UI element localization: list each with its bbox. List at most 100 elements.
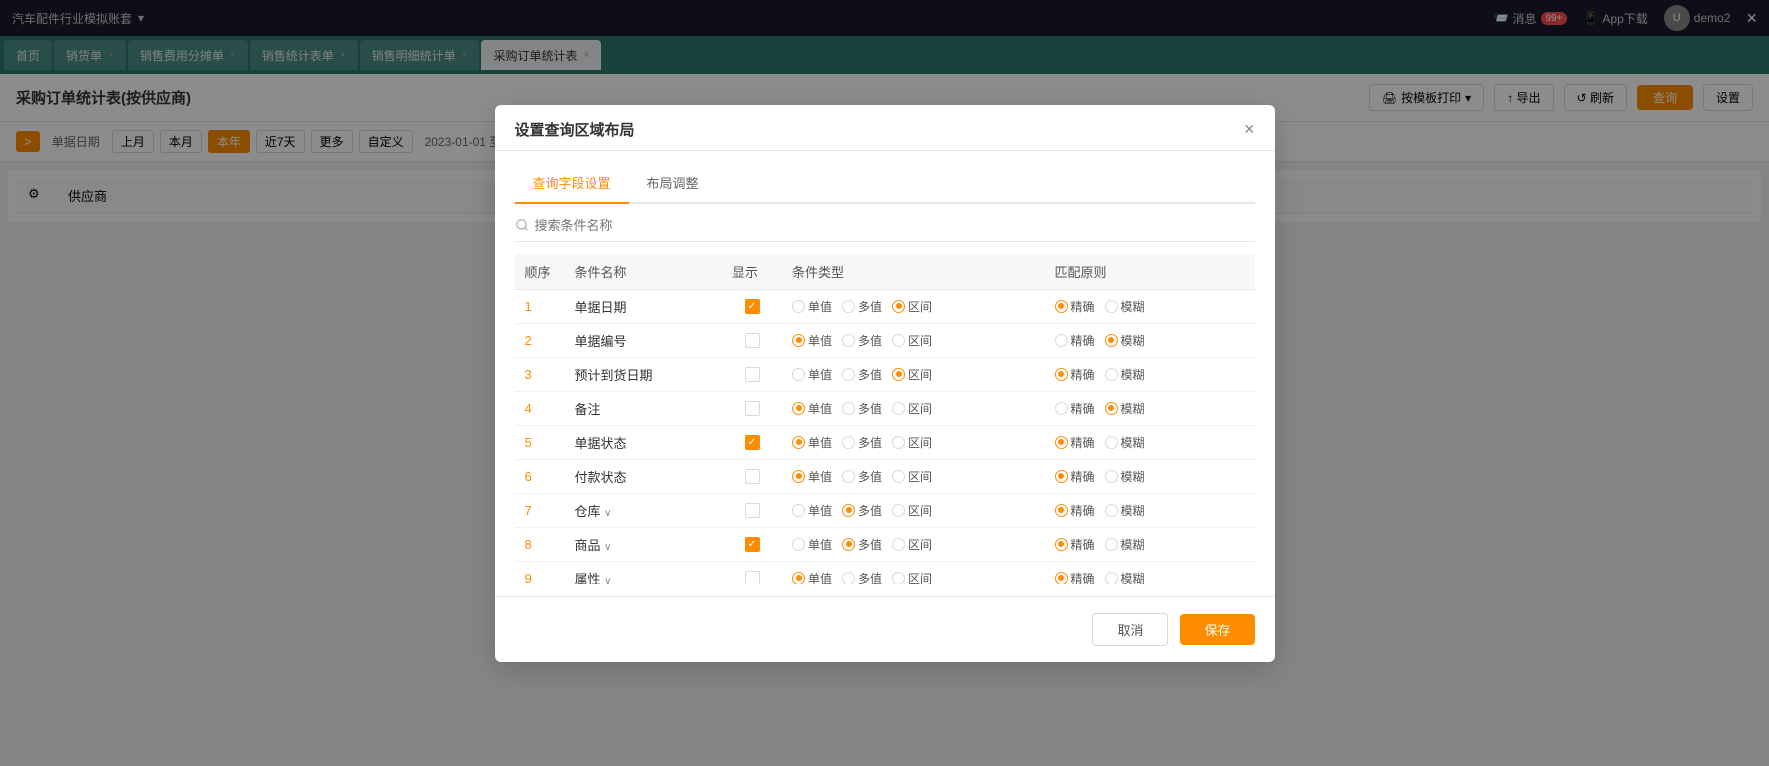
tab-layout-adjust[interactable]: 布局调整 (629, 167, 717, 204)
radio-label: 模糊 (1121, 570, 1145, 584)
type-radio-type_range[interactable]: 区间 (892, 570, 932, 584)
show-checkbox[interactable] (745, 401, 760, 416)
type-radio-type_multi[interactable]: 多值 (842, 502, 882, 519)
radio-dot (1055, 470, 1068, 483)
radio-label: 单值 (808, 400, 832, 417)
type-radio-type_single[interactable]: 单值 (792, 536, 832, 553)
radio-dot (1105, 436, 1118, 449)
show-checkbox[interactable] (745, 333, 760, 348)
radio-label: 区间 (908, 502, 932, 519)
type-radio-type_range[interactable]: 区间 (892, 502, 932, 519)
cell-show[interactable] (722, 425, 782, 459)
type-radio-type_single[interactable]: 单值 (792, 468, 832, 485)
rule-radio-rule_exact[interactable]: 精确 (1055, 502, 1095, 519)
radio-dot (792, 300, 805, 313)
cell-name: 单据日期 (565, 289, 723, 323)
radio-label: 单值 (808, 502, 832, 519)
radio-dot (1055, 402, 1068, 415)
type-radio-type_range[interactable]: 区间 (892, 434, 932, 451)
rule-radio-rule_fuzzy[interactable]: 模糊 (1105, 468, 1145, 485)
rule-radio-rule_exact[interactable]: 精确 (1055, 400, 1095, 417)
radio-label: 多值 (858, 468, 882, 485)
rule-radio-rule_fuzzy[interactable]: 模糊 (1105, 332, 1145, 349)
type-radio-type_single[interactable]: 单值 (792, 570, 832, 584)
type-radio-type_single[interactable]: 单值 (792, 434, 832, 451)
type-radio-type_multi[interactable]: 多值 (842, 570, 882, 584)
radio-label: 模糊 (1121, 536, 1145, 553)
type-radio-type_multi[interactable]: 多值 (842, 536, 882, 553)
show-checkbox[interactable] (745, 537, 760, 552)
type-radio-type_multi[interactable]: 多值 (842, 400, 882, 417)
search-input[interactable] (529, 218, 1255, 233)
cell-show[interactable] (722, 493, 782, 527)
type-radio-type_single[interactable]: 单值 (792, 400, 832, 417)
rule-radio-rule_fuzzy[interactable]: 模糊 (1105, 570, 1145, 584)
radio-dot (892, 436, 905, 449)
save-button[interactable]: 保存 (1180, 614, 1254, 645)
radio-dot (1105, 572, 1118, 584)
cell-show[interactable] (722, 289, 782, 323)
show-checkbox[interactable] (745, 299, 760, 314)
radio-label: 多值 (858, 366, 882, 383)
type-radio-type_multi[interactable]: 多值 (842, 434, 882, 451)
type-radio-type_multi[interactable]: 多值 (842, 332, 882, 349)
cell-show[interactable] (722, 527, 782, 561)
dialog-header: 设置查询区域布局 × (495, 105, 1275, 151)
rule-radio-rule_exact[interactable]: 精确 (1055, 332, 1095, 349)
cell-show[interactable] (722, 391, 782, 425)
show-checkbox[interactable] (745, 469, 760, 484)
radio-dot (842, 436, 855, 449)
rule-radio-rule_exact[interactable]: 精确 (1055, 298, 1095, 315)
radio-dot (1105, 300, 1118, 313)
type-radio-type_range[interactable]: 区间 (892, 468, 932, 485)
rule-radio-rule_fuzzy[interactable]: 模糊 (1105, 400, 1145, 417)
radio-label: 精确 (1071, 298, 1095, 315)
rule-radio-rule_exact[interactable]: 精确 (1055, 570, 1095, 584)
cancel-button[interactable]: 取消 (1092, 613, 1168, 646)
rule-radio-rule_fuzzy[interactable]: 模糊 (1105, 502, 1145, 519)
rule-radio-rule_fuzzy[interactable]: 模糊 (1105, 536, 1145, 553)
col-type: 条件类型 (782, 254, 1045, 290)
rule-radio-rule_exact[interactable]: 精确 (1055, 366, 1095, 383)
rule-radio-rule_fuzzy[interactable]: 模糊 (1105, 366, 1145, 383)
show-checkbox[interactable] (745, 435, 760, 450)
type-radio-type_range[interactable]: 区间 (892, 332, 932, 349)
show-checkbox[interactable] (745, 571, 760, 583)
type-radio-type_single[interactable]: 单值 (792, 332, 832, 349)
radio-label: 区间 (908, 298, 932, 315)
type-radio-type_range[interactable]: 区间 (892, 366, 932, 383)
cell-order: 7 (515, 493, 565, 527)
show-checkbox[interactable] (745, 367, 760, 382)
radio-label: 多值 (858, 536, 882, 553)
cell-order: 3 (515, 357, 565, 391)
type-radio-type_range[interactable]: 区间 (892, 298, 932, 315)
type-radio-type_range[interactable]: 区间 (892, 400, 932, 417)
radio-label: 精确 (1071, 570, 1095, 584)
cell-show[interactable] (722, 561, 782, 584)
radio-label: 模糊 (1121, 298, 1145, 315)
cell-show[interactable] (722, 323, 782, 357)
type-radio-type_range[interactable]: 区间 (892, 536, 932, 553)
search-icon (515, 218, 529, 232)
rule-radio-rule_exact[interactable]: 精确 (1055, 468, 1095, 485)
cell-name: 属性 ∨ (565, 561, 723, 584)
rule-radio-rule_fuzzy[interactable]: 模糊 (1105, 298, 1145, 315)
dialog-close-button[interactable]: × (1244, 119, 1255, 140)
type-radio-type_single[interactable]: 单值 (792, 366, 832, 383)
settings-table: 顺序 条件名称 显示 条件类型 匹配原则 1单据日期单值多值区间精确模糊2单据编… (515, 254, 1255, 584)
tab-query-settings[interactable]: 查询字段设置 (515, 167, 629, 204)
type-radio-type_multi[interactable]: 多值 (842, 468, 882, 485)
type-radio-type_single[interactable]: 单值 (792, 298, 832, 315)
cell-name: 付款状态 (565, 459, 723, 493)
cell-show[interactable] (722, 357, 782, 391)
type-radio-type_multi[interactable]: 多值 (842, 366, 882, 383)
type-radio-type_single[interactable]: 单值 (792, 502, 832, 519)
cell-rule: 精确模糊 (1045, 391, 1255, 425)
rule-radio-rule_exact[interactable]: 精确 (1055, 536, 1095, 553)
show-checkbox[interactable] (745, 503, 760, 518)
type-radio-type_multi[interactable]: 多值 (842, 298, 882, 315)
rule-radio-rule_exact[interactable]: 精确 (1055, 434, 1095, 451)
rule-radio-rule_fuzzy[interactable]: 模糊 (1105, 434, 1145, 451)
table-row: 1单据日期单值多值区间精确模糊 (515, 289, 1255, 323)
cell-show[interactable] (722, 459, 782, 493)
